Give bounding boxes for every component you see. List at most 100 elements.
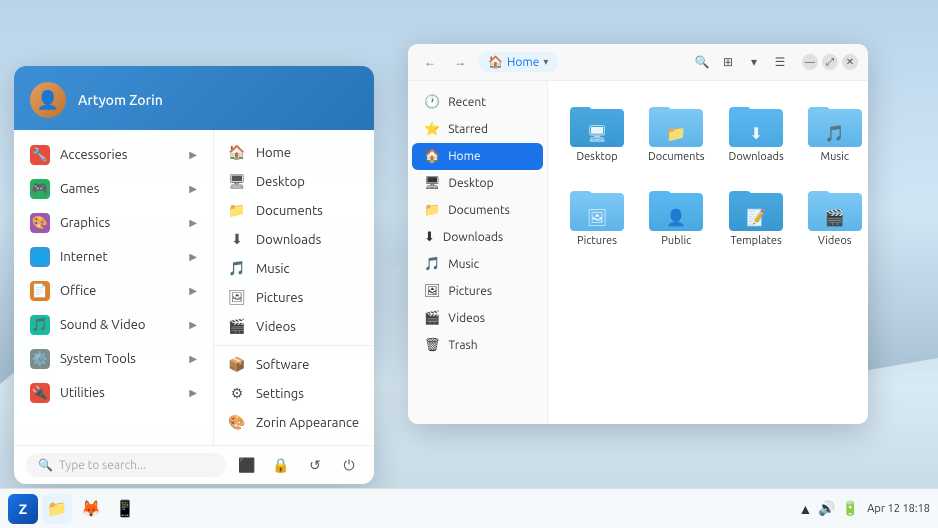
place-music[interactable]: 🎵 Music <box>214 254 374 283</box>
power-button[interactable]: ⏻ <box>336 452 362 478</box>
utilities-icon: 🔌 <box>30 383 50 403</box>
folder-label-templates: Templates <box>730 235 781 247</box>
folder-videos[interactable]: 🎬 Videos <box>802 181 868 253</box>
home-location-icon: 🏠 <box>488 55 503 69</box>
files-taskbar-icon[interactable]: 📁 <box>42 494 72 524</box>
category-system-tools[interactable]: ⚙️ System Tools ▶ <box>14 342 213 376</box>
battery-tray-icon[interactable]: 🔋 <box>842 500 859 517</box>
location-bar[interactable]: 🏠 Home ▾ <box>478 52 558 72</box>
tray-icons: ▲ 🔊 🔋 <box>799 500 860 517</box>
folder-public[interactable]: 👤 Public <box>642 181 711 253</box>
user-name: Artyom Zorin <box>78 92 163 108</box>
zorin-appearance-icon: 🎨 <box>228 414 246 431</box>
category-internet[interactable]: 🌐 Internet ▶ <box>14 240 213 274</box>
minimize-button[interactable]: — <box>802 54 818 70</box>
place-label-music: Music <box>256 262 290 276</box>
category-label-utilities: Utilities <box>60 386 105 400</box>
back-button[interactable]: ← <box>418 50 442 74</box>
place-videos-icon: 🎬 <box>228 318 246 335</box>
sidebar-item-trash[interactable]: 🗑 Trash <box>412 332 543 359</box>
sidebar-item-recent[interactable]: 🕐 Recent <box>412 89 543 116</box>
search-bar[interactable]: 🔍 Type to search... <box>26 453 226 477</box>
app-menu-body: 🔧 Accessories ▶ 🎮 Games ▶ 🎨 Graphics ▶ 🌐… <box>14 130 374 445</box>
folder-downloads[interactable]: ⬇ Downloads <box>723 97 790 169</box>
zorin-menu-button[interactable]: Z <box>8 494 38 524</box>
place-documents-icon: 📁 <box>228 202 246 219</box>
sound-icon: 🎵 <box>30 315 50 335</box>
sidebar-item-downloads[interactable]: ⬇ Downloads <box>412 224 543 251</box>
folder-templates[interactable]: 📝 Templates <box>723 181 790 253</box>
folder-label-desktop: Desktop <box>576 151 617 163</box>
arrow-system-tools: ▶ <box>189 353 197 365</box>
connect-taskbar-icon[interactable]: 📱 <box>110 494 140 524</box>
maximize-button[interactable]: ⤢ <box>822 54 838 70</box>
sidebar-label-documents: Documents <box>448 204 510 217</box>
firefox-taskbar-icon[interactable]: 🦊 <box>76 494 106 524</box>
connect-icon-glyph: 📱 <box>115 499 135 518</box>
place-home[interactable]: 🏠 Home <box>214 138 374 167</box>
search-button[interactable]: 🔍 <box>690 50 714 74</box>
sidebar-label-trash: Trash <box>449 339 478 352</box>
sidebar-label-videos: Videos <box>448 312 485 325</box>
system-settings[interactable]: ⚙ Settings <box>214 379 374 408</box>
screenshot-button[interactable]: ⬛ <box>234 452 260 478</box>
location-label: Home <box>507 56 539 69</box>
sidebar-item-starred[interactable]: ⭐ Starred <box>412 116 543 143</box>
sidebar-label-starred: Starred <box>448 123 488 136</box>
system-zorin-appearance[interactable]: 🎨 Zorin Appearance <box>214 408 374 437</box>
user-avatar: 👤 <box>30 82 66 118</box>
category-graphics[interactable]: 🎨 Graphics ▶ <box>14 206 213 240</box>
category-utilities[interactable]: 🔌 Utilities ▶ <box>14 376 213 410</box>
place-desktop[interactable]: 🖥 Desktop <box>214 167 374 196</box>
category-label-sound-video: Sound & Video <box>60 318 146 332</box>
lock-button[interactable]: 🔒 <box>268 452 294 478</box>
place-videos[interactable]: 🎬 Videos <box>214 312 374 341</box>
category-games[interactable]: 🎮 Games ▶ <box>14 172 213 206</box>
place-pictures[interactable]: 🖼 Pictures <box>214 283 374 312</box>
folder-music[interactable]: 🎵 Music <box>802 97 868 169</box>
sound-tray-icon[interactable]: 🔊 <box>818 500 835 517</box>
category-sound-video[interactable]: 🎵 Sound & Video ▶ <box>14 308 213 342</box>
app-menu-header: 👤 Artyom Zorin <box>14 66 374 130</box>
menu-button[interactable]: ☰ <box>768 50 792 74</box>
folder-label-public: Public <box>661 235 691 247</box>
folder-pictures[interactable]: 🖼 Pictures <box>564 181 630 253</box>
refresh-button[interactable]: ↺ <box>302 452 328 478</box>
sidebar-item-music[interactable]: 🎵 Music <box>412 251 543 278</box>
sidebar-item-videos[interactable]: 🎬 Videos <box>412 305 543 332</box>
system-software[interactable]: 📦 Software <box>214 350 374 379</box>
place-label-pictures: Pictures <box>256 291 303 305</box>
view-toggle-button[interactable]: ⊞ <box>716 50 740 74</box>
arrow-internet: ▶ <box>189 251 197 263</box>
folder-documents[interactable]: 📁 Documents <box>642 97 711 169</box>
category-accessories[interactable]: 🔧 Accessories ▶ <box>14 138 213 172</box>
app-menu-categories: 🔧 Accessories ▶ 🎮 Games ▶ 🎨 Graphics ▶ 🌐… <box>14 130 214 445</box>
file-manager-titlebar: ← → 🏠 Home ▾ 🔍 ⊞ ▾ ☰ — ⤢ ✕ <box>408 44 868 81</box>
trash-icon: 🗑 <box>424 338 441 353</box>
view-dropdown-button[interactable]: ▾ <box>742 50 766 74</box>
close-button[interactable]: ✕ <box>842 54 858 70</box>
right-divider <box>214 345 374 346</box>
category-label-office: Office <box>60 284 96 298</box>
system-label-zorin-appearance: Zorin Appearance <box>256 416 359 430</box>
wifi-tray-icon[interactable]: ▲ <box>799 501 813 517</box>
folder-desktop[interactable]: 🖥 Desktop <box>564 97 630 169</box>
arrow-games: ▶ <box>189 183 197 195</box>
sidebar-item-pictures[interactable]: 🖼 Pictures <box>412 278 543 305</box>
system-label-software: Software <box>256 358 309 372</box>
category-label-games: Games <box>60 182 99 196</box>
place-documents[interactable]: 📁 Documents <box>214 196 374 225</box>
sidebar-item-desktop[interactable]: 🖥 Desktop <box>412 170 543 197</box>
forward-button[interactable]: → <box>448 50 472 74</box>
sidebar-item-home[interactable]: 🏠 Home <box>412 143 543 170</box>
sidebar-item-documents[interactable]: 📁 Documents <box>412 197 543 224</box>
arrow-utilities: ▶ <box>189 387 197 399</box>
place-downloads[interactable]: ⬇ Downloads <box>214 225 374 254</box>
folder-label-downloads: Downloads <box>729 151 784 163</box>
taskbar-left: Z 📁 🦊 📱 <box>8 494 140 524</box>
category-office[interactable]: 📄 Office ▶ <box>14 274 213 308</box>
arrow-sound-video: ▶ <box>189 319 197 331</box>
internet-icon: 🌐 <box>30 247 50 267</box>
videos-icon: 🎬 <box>424 311 440 326</box>
place-label-home: Home <box>256 146 291 160</box>
